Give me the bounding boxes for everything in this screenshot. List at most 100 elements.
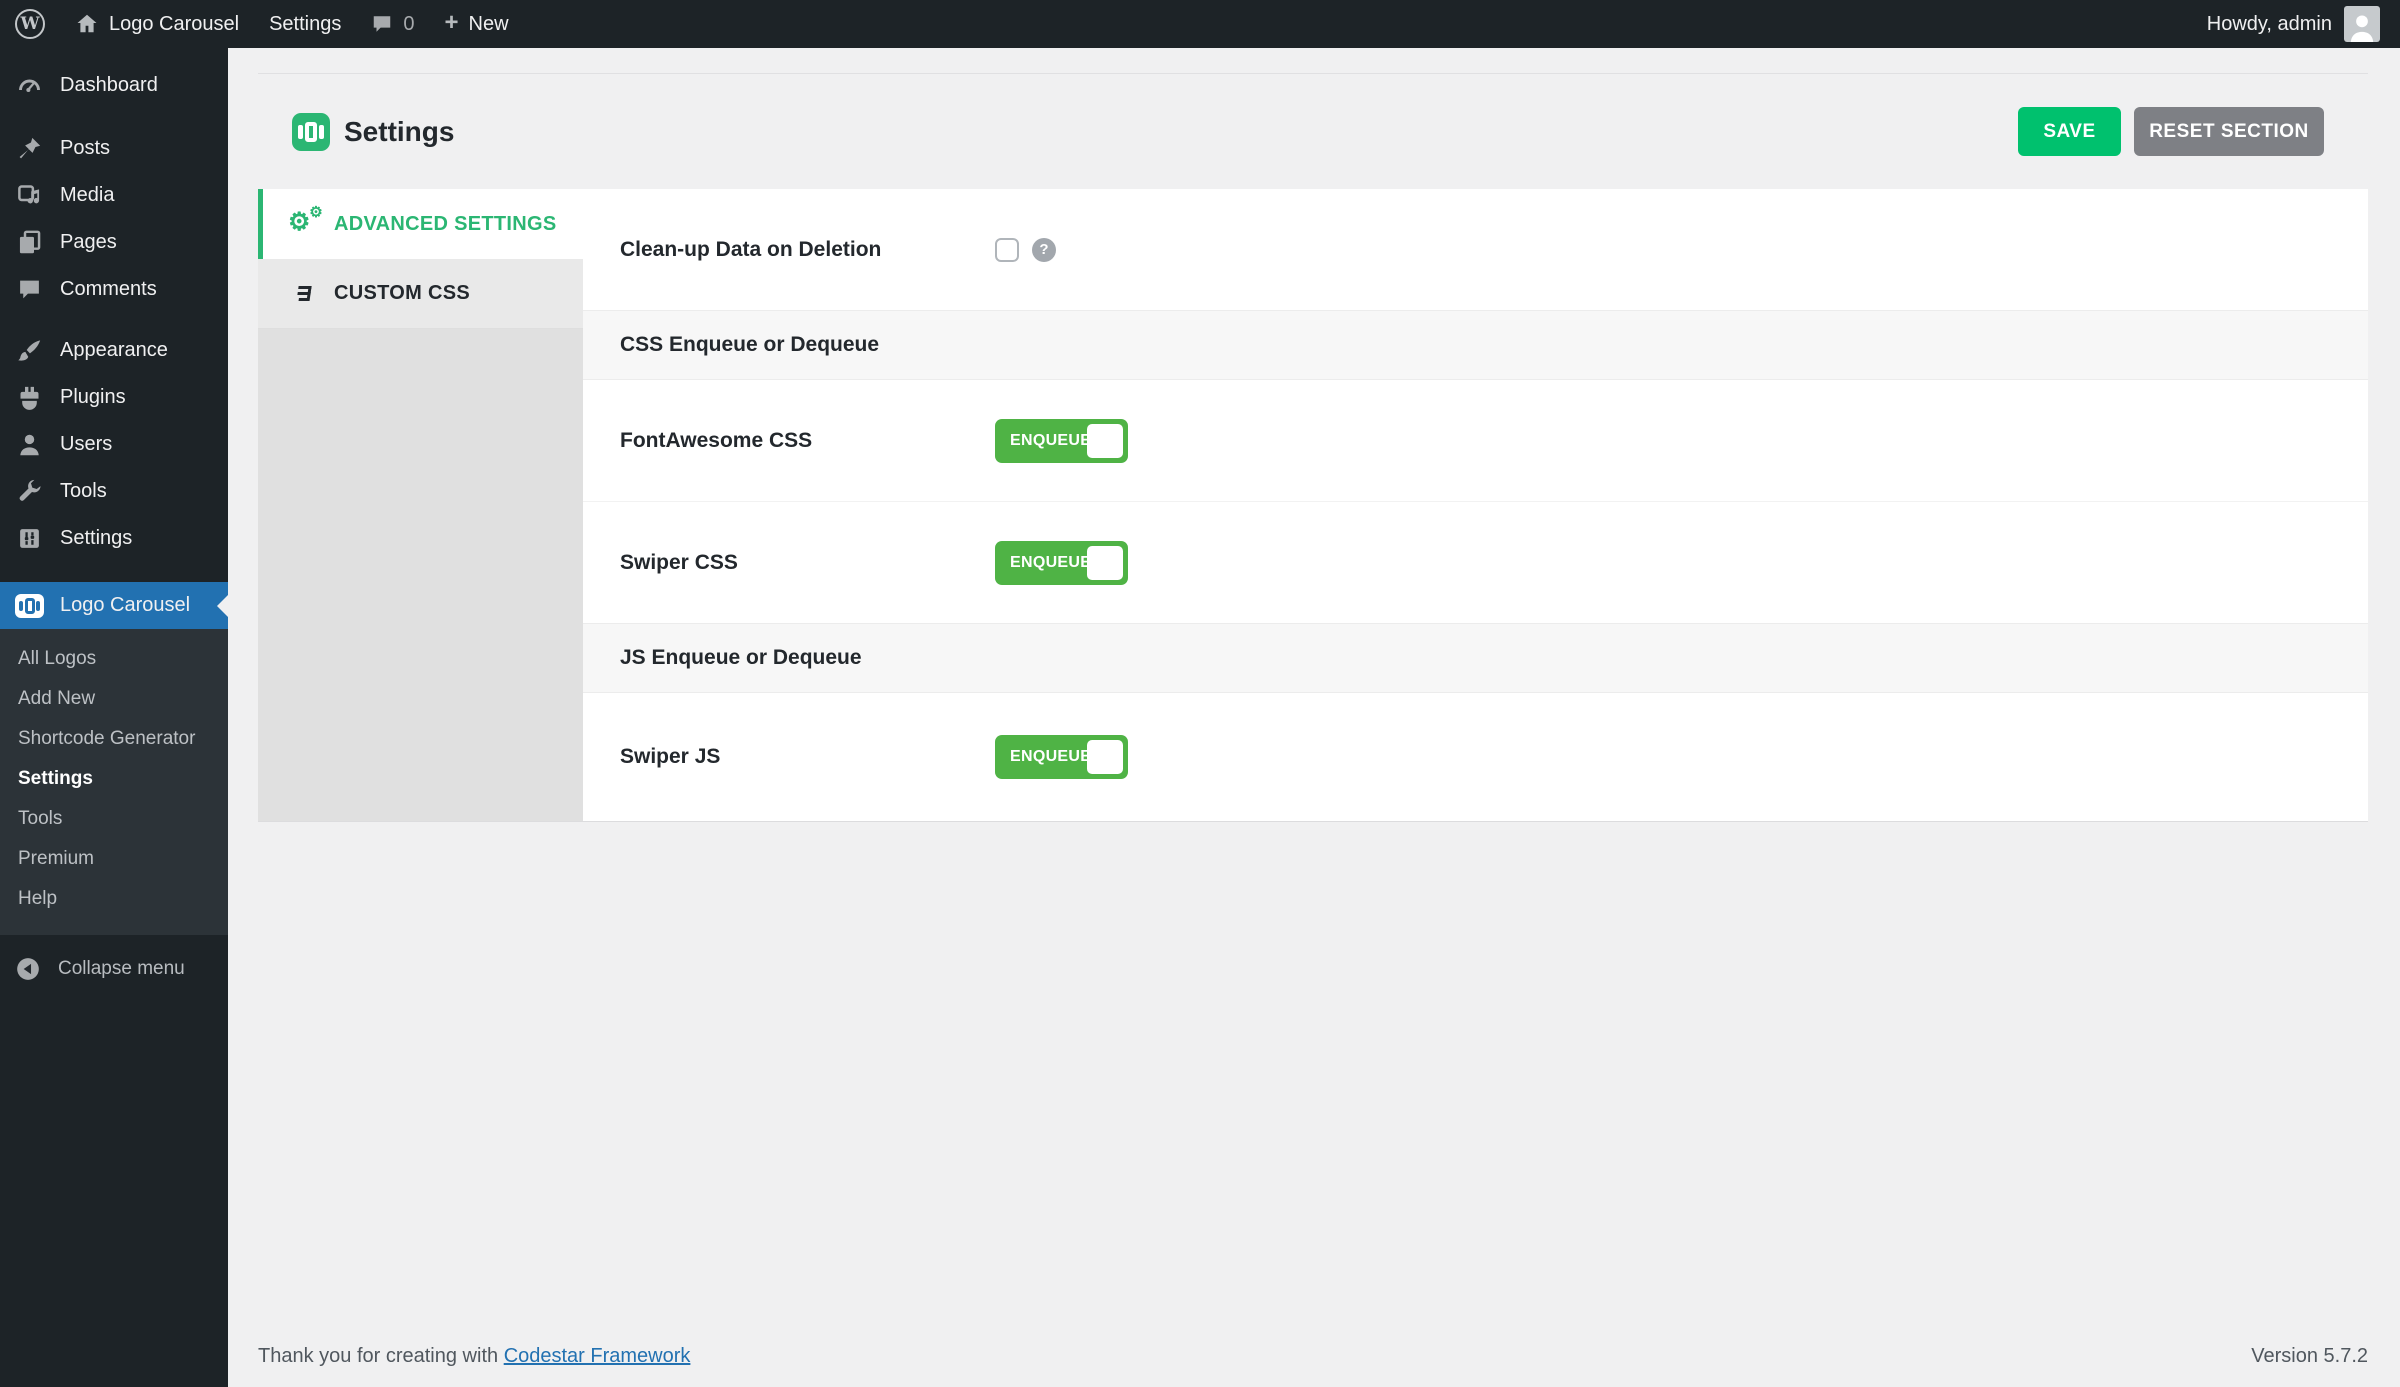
plugin-icon — [14, 384, 44, 411]
submenu-label: Settings — [18, 768, 93, 789]
paintbrush-icon — [14, 337, 44, 364]
collapse-arrow-icon — [13, 956, 43, 982]
menu-separator — [0, 562, 228, 582]
toggle-knob — [1087, 546, 1123, 580]
field-label: Clean-up Data on Deletion — [620, 238, 995, 262]
sidebar-item-settings[interactable]: Settings — [0, 515, 228, 562]
field-label: Swiper CSS — [620, 551, 995, 575]
sidebar-item-dashboard[interactable]: Dashboard — [0, 62, 228, 109]
sidebar-item-users[interactable]: Users — [0, 421, 228, 468]
submenu-item-help[interactable]: Help — [0, 879, 228, 919]
media-icon — [14, 182, 44, 209]
new-content-menu[interactable]: + New — [429, 0, 523, 48]
section-heading-js: JS Enqueue or Dequeue — [583, 623, 2368, 693]
header-buttons: SAVE RESET SECTION — [2018, 107, 2324, 156]
sidebar-label: Media — [60, 184, 114, 207]
collapse-menu-label: Collapse menu — [58, 958, 185, 980]
footer-thanks-text: Thank you for creating with — [258, 1345, 498, 1367]
admin-menu: Dashboard Posts Media Pages Commen — [0, 48, 228, 992]
tab-advanced-settings[interactable]: ⚙⚙ ADVANCED SETTINGS — [258, 189, 583, 259]
toggle-label: ENQUEUE — [1010, 748, 1091, 766]
toggle-label: ENQUEUE — [1010, 554, 1091, 572]
site-name-link[interactable]: Logo Carousel — [60, 0, 254, 48]
save-button[interactable]: SAVE — [2018, 107, 2121, 156]
pushpin-icon — [14, 135, 44, 162]
sidebar-item-tools[interactable]: Tools — [0, 468, 228, 515]
cleanup-checkbox[interactable] — [995, 238, 1019, 262]
menu-separator — [0, 109, 228, 125]
site-name-label: Logo Carousel — [109, 13, 239, 36]
reset-section-button[interactable]: RESET SECTION — [2134, 107, 2324, 156]
settings-panel: ⚙⚙ ADVANCED SETTINGS CUSTOM CSS Clean-up… — [258, 189, 2368, 822]
comment-bubble-icon — [371, 13, 393, 35]
field-row-swiper-js: Swiper JS ENQUEUE — [583, 693, 2368, 821]
sidebar-label: Settings — [60, 527, 132, 550]
page-title-group: Settings — [292, 113, 454, 151]
comment-count: 0 — [403, 13, 414, 36]
submenu-item-add-new[interactable]: Add New — [0, 679, 228, 719]
sidebar-item-pages[interactable]: Pages — [0, 219, 228, 266]
footer-version: Version 5.7.2 — [2251, 1345, 2368, 1368]
submenu-item-settings[interactable]: Settings — [0, 759, 228, 799]
swiper-js-toggle[interactable]: ENQUEUE — [995, 735, 1128, 779]
submenu-label: Help — [18, 888, 57, 909]
submenu-item-all-logos[interactable]: All Logos — [0, 639, 228, 679]
settings-header: Settings SAVE RESET SECTION — [258, 73, 2368, 189]
submenu-item-tools[interactable]: Tools — [0, 799, 228, 839]
toggle-knob — [1087, 424, 1123, 458]
toggle-label: ENQUEUE — [1010, 432, 1091, 450]
section-heading-css: CSS Enqueue or Dequeue — [583, 310, 2368, 380]
submenu-label: Premium — [18, 848, 94, 869]
sidebar-label: Comments — [60, 278, 157, 301]
submenu-item-shortcode-generator[interactable]: Shortcode Generator — [0, 719, 228, 759]
page-title: Settings — [344, 116, 454, 148]
submenu-label: Tools — [18, 808, 62, 829]
settings-tab-nav: ⚙⚙ ADVANCED SETTINGS CUSTOM CSS — [258, 189, 583, 821]
tab-custom-css[interactable]: CUSTOM CSS — [258, 259, 583, 329]
logo-carousel-icon — [14, 594, 44, 618]
sidebar-item-posts[interactable]: Posts — [0, 125, 228, 172]
section-title: CSS Enqueue or Dequeue — [620, 333, 879, 357]
admin-bar-left: W Logo Carousel Settings 0 + New — [0, 0, 524, 48]
menu-separator — [0, 313, 228, 327]
fontawesome-css-toggle[interactable]: ENQUEUE — [995, 419, 1128, 463]
sidebar-label: Pages — [60, 231, 117, 254]
sidebar-item-media[interactable]: Media — [0, 172, 228, 219]
logo-carousel-submenu: All Logos Add New Shortcode Generator Se… — [0, 629, 228, 935]
plugin-logo-icon — [292, 113, 330, 151]
settings-fields: Clean-up Data on Deletion ? CSS Enqueue … — [583, 189, 2368, 821]
collapse-menu-button[interactable]: Collapse menu — [0, 945, 228, 992]
field-row-swiper-css: Swiper CSS ENQUEUE — [583, 502, 2368, 624]
wordpress-menu[interactable]: W — [0, 0, 60, 48]
sidebar-item-plugins[interactable]: Plugins — [0, 374, 228, 421]
submenu-item-premium[interactable]: Premium — [0, 839, 228, 879]
help-icon[interactable]: ? — [1032, 238, 1056, 262]
swiper-css-toggle[interactable]: ENQUEUE — [995, 541, 1128, 585]
sidebar-label: Dashboard — [60, 74, 158, 97]
admin-sidebar: Dashboard Posts Media Pages Commen — [0, 48, 228, 1387]
section-title: JS Enqueue or Dequeue — [620, 646, 862, 670]
codestar-framework-link[interactable]: Codestar Framework — [504, 1345, 691, 1367]
admin-bar: W Logo Carousel Settings 0 + New Howdy, … — [0, 0, 2400, 48]
settings-sliders-icon — [14, 526, 44, 551]
plus-icon: + — [444, 11, 458, 35]
admin-bar-settings-label: Settings — [269, 13, 341, 36]
sidebar-item-comments[interactable]: Comments — [0, 266, 228, 313]
field-label: Swiper JS — [620, 745, 995, 769]
settings-framework: Settings SAVE RESET SECTION ⚙⚙ ADVANCED … — [258, 73, 2368, 822]
field-label: FontAwesome CSS — [620, 429, 995, 453]
comments-shortcut[interactable]: 0 — [356, 0, 429, 48]
sidebar-label: Appearance — [60, 339, 168, 362]
comments-icon — [14, 277, 44, 302]
sidebar-label: Logo Carousel — [60, 594, 190, 617]
home-icon — [75, 12, 99, 36]
submenu-label: Shortcode Generator — [18, 728, 195, 749]
admin-bar-settings-link[interactable]: Settings — [254, 0, 356, 48]
sidebar-item-appearance[interactable]: Appearance — [0, 327, 228, 374]
new-label: New — [469, 13, 509, 36]
page-footer: Thank you for creating with Codestar Fra… — [258, 1345, 2368, 1368]
submenu-label: All Logos — [18, 648, 96, 669]
pages-icon — [14, 229, 44, 256]
sidebar-item-logo-carousel[interactable]: Logo Carousel — [0, 582, 228, 629]
account-menu[interactable]: Howdy, admin — [2207, 0, 2400, 48]
